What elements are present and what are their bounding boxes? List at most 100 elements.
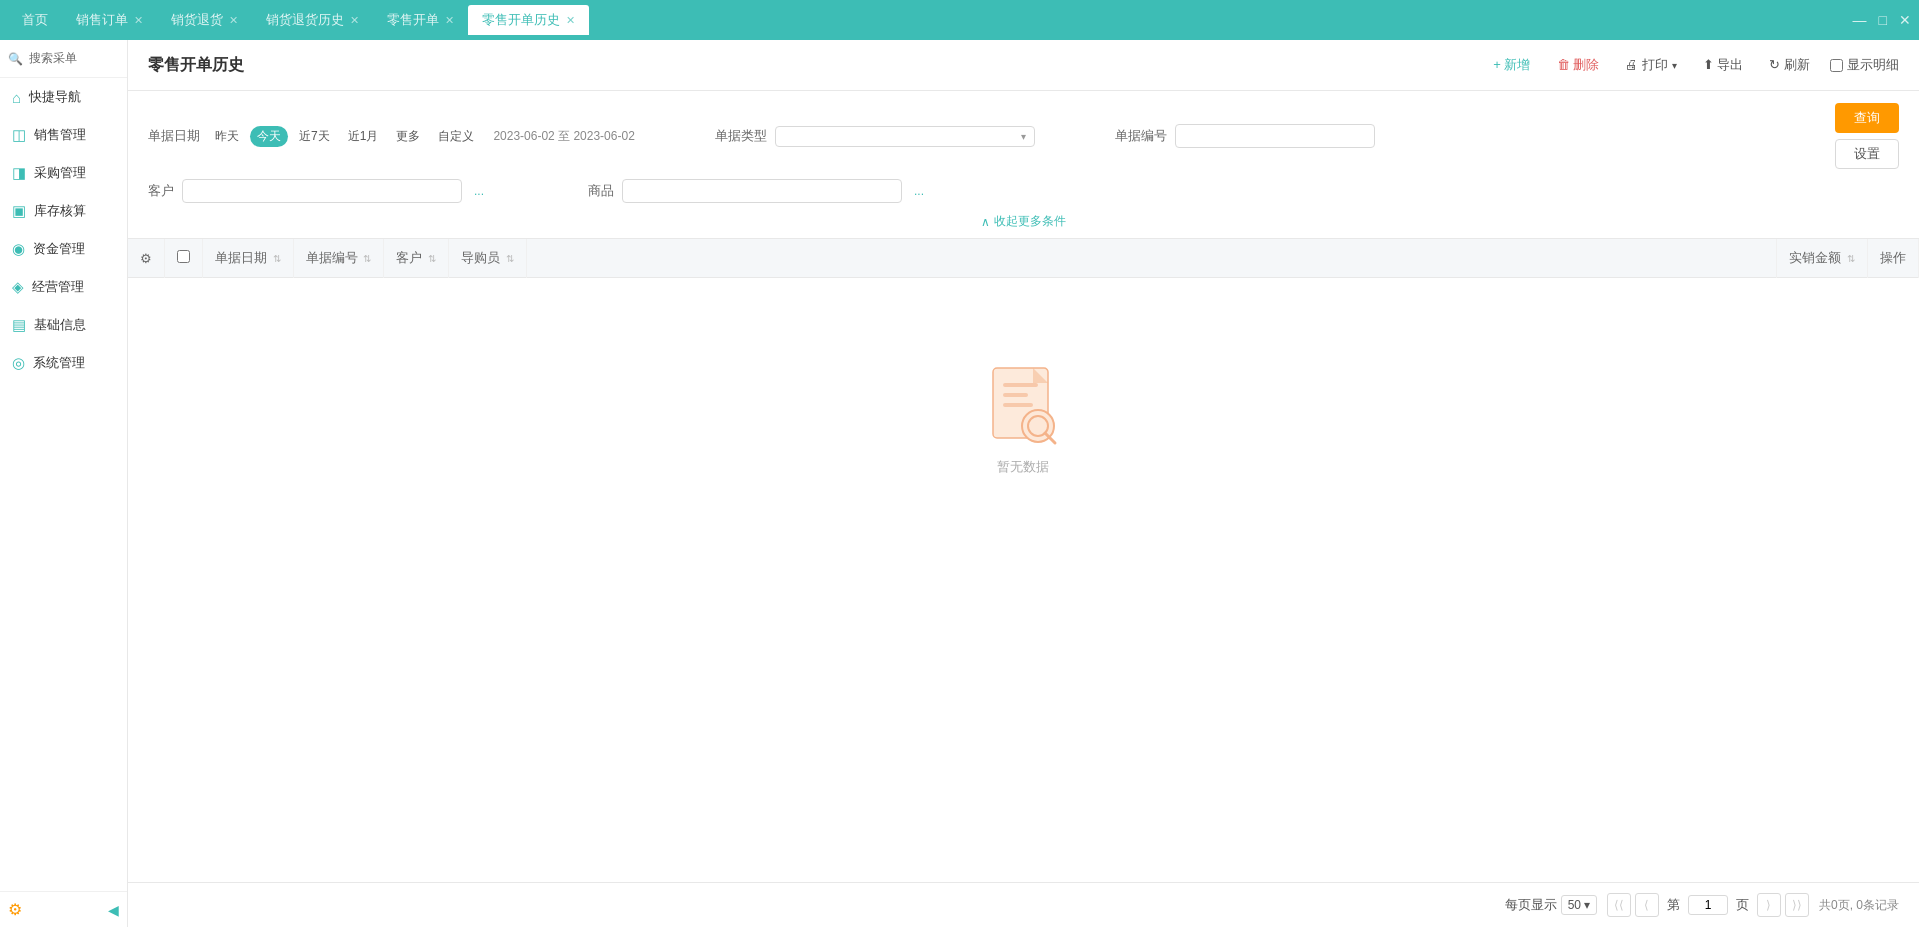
inventory-icon: ▣: [12, 202, 26, 220]
sidebar-item-basic-info[interactable]: ▤ 基础信息: [0, 306, 127, 344]
tab-home[interactable]: 首页: [8, 5, 62, 35]
customer-ellipsis-btn[interactable]: ...: [470, 182, 488, 200]
date-btn-today[interactable]: 今天: [250, 126, 288, 147]
page-input[interactable]: [1688, 895, 1728, 915]
settings-button[interactable]: 设置: [1835, 139, 1899, 169]
date-btn-last1month[interactable]: 近1月: [341, 126, 386, 147]
th-amount[interactable]: 实销金额 ⇅: [1777, 239, 1868, 278]
sort-salesperson-icon: ⇅: [506, 253, 514, 264]
th-settings[interactable]: ⚙: [128, 239, 165, 278]
top-tabbar: 首页 销售订单 ✕ 销货退货 ✕ 销货退货历史 ✕ 零售开单 ✕ 零售开单历史 …: [0, 0, 1919, 40]
empty-text: 暂无数据: [997, 458, 1049, 476]
page-size-select: 每页显示 50 ▾: [1505, 895, 1597, 915]
th-salesperson[interactable]: 导购员 ⇅: [448, 239, 526, 278]
svg-rect-4: [1003, 403, 1033, 407]
sidebar-item-quick-nav[interactable]: ⌂ 快捷导航: [0, 78, 127, 116]
page-header: 零售开单历史 + 新增 🗑 删除 🖨 打印 ⬆ 导出 ↻ 刷新: [128, 40, 1919, 91]
th-date[interactable]: 单据日期 ⇅: [203, 239, 294, 278]
date-btn-yesterday[interactable]: 昨天: [208, 126, 246, 147]
tab-sales-order[interactable]: 销售订单 ✕: [62, 5, 157, 35]
action-buttons: 查询 设置: [1835, 103, 1899, 169]
pagination-bar: 每页显示 50 ▾ ⟨⟨ ⟨ 第 页 ⟩ ⟩⟩ 共0页, 0条记录: [128, 882, 1919, 927]
collapse-row: ∧ 收起更多条件: [148, 213, 1899, 230]
page-size-box[interactable]: 50 ▾: [1561, 895, 1597, 915]
delete-button[interactable]: 🗑 删除: [1551, 52, 1606, 78]
product-field: 商品 ...: [588, 179, 928, 203]
collapse-sidebar-icon[interactable]: ◀: [108, 902, 119, 918]
print-button[interactable]: 🖨 打印: [1619, 52, 1683, 78]
empty-state-illustration: [973, 358, 1073, 458]
page-label-after: 页: [1736, 896, 1749, 914]
customer-field: 客户 ...: [148, 179, 488, 203]
date-btn-more[interactable]: 更多: [389, 126, 427, 147]
th-action: 操作: [1868, 239, 1919, 278]
last-page-btn[interactable]: ⟩⟩: [1785, 893, 1809, 917]
total-info: 共0页, 0条记录: [1819, 897, 1899, 914]
close-tab-sales-order[interactable]: ✕: [134, 14, 143, 27]
page-title: 零售开单历史: [148, 55, 244, 76]
close-tab-retail-open[interactable]: ✕: [445, 14, 454, 27]
page-nav: ⟨⟨ ⟨ 第 页 ⟩ ⟩⟩: [1607, 893, 1809, 917]
order-type-arrow: ▾: [1021, 131, 1026, 142]
table-area: ⚙ 单据日期 ⇅ 单据编号 ⇅: [128, 239, 1919, 882]
tab-retail-open-history[interactable]: 零售开单历史 ✕: [468, 5, 589, 35]
basic-info-icon: ▤: [12, 316, 26, 334]
next-page-btn[interactable]: ⟩: [1757, 893, 1781, 917]
toolbar: + 新增 🗑 删除 🖨 打印 ⬆ 导出 ↻ 刷新 显示明细: [1487, 52, 1899, 78]
order-no-field: 单据编号: [1115, 124, 1375, 148]
order-type-select[interactable]: ▾: [775, 126, 1035, 147]
first-page-btn[interactable]: ⟨⟨: [1607, 893, 1631, 917]
settings-icon[interactable]: ⚙: [8, 900, 22, 919]
export-button[interactable]: ⬆ 导出: [1697, 52, 1750, 78]
sidebar-item-operations[interactable]: ◈ 经营管理: [0, 268, 127, 306]
tab-retail-open[interactable]: 零售开单 ✕: [373, 5, 468, 35]
sidebar-item-sales[interactable]: ◫ 销售管理: [0, 116, 127, 154]
tab-sales-return-history[interactable]: 销货退货历史 ✕: [252, 5, 373, 35]
order-type-field: 单据类型 ▾: [715, 126, 1035, 147]
search-row-1: 单据日期 昨天 今天 近7天 近1月 更多 自定义 2023-06-02 至 2…: [148, 103, 1899, 169]
purchase-icon: ◨: [12, 164, 26, 182]
query-button[interactable]: 查询: [1835, 103, 1899, 133]
select-all-checkbox[interactable]: [177, 250, 190, 263]
th-order-no[interactable]: 单据编号 ⇅: [293, 239, 384, 278]
date-field: 单据日期 昨天 今天 近7天 近1月 更多 自定义 2023-06-02 至 2…: [148, 126, 635, 147]
search-icon: 🔍: [8, 52, 23, 66]
settings-col-icon[interactable]: ⚙: [140, 251, 152, 266]
customer-input[interactable]: [182, 179, 462, 203]
date-btn-custom[interactable]: 自定义: [431, 126, 481, 147]
prev-page-btn[interactable]: ⟨: [1635, 893, 1659, 917]
window-controls: — □ ✕: [1853, 12, 1911, 28]
sort-customer-icon: ⇅: [428, 253, 436, 264]
sidebar-item-inventory[interactable]: ▣ 库存核算: [0, 192, 127, 230]
order-no-input[interactable]: [1175, 124, 1375, 148]
sidebar-item-finance[interactable]: ◉ 资金管理: [0, 230, 127, 268]
finance-icon: ◉: [12, 240, 25, 258]
sidebar-item-purchase[interactable]: ◨ 采购管理: [0, 154, 127, 192]
th-checkbox[interactable]: [165, 239, 203, 278]
main-layout: 🔍 搜索采单 ⌂ 快捷导航 ◫ 销售管理 ◨ 采购管理 ▣ 库存核算 ◉ 资金管…: [0, 40, 1919, 927]
collapse-button[interactable]: ∧ 收起更多条件: [981, 213, 1066, 230]
tab-sales-return[interactable]: 销货退货 ✕: [157, 5, 252, 35]
close-tab-retail-open-history[interactable]: ✕: [566, 14, 575, 27]
th-customer[interactable]: 客户 ⇅: [384, 239, 449, 278]
product-input[interactable]: [622, 179, 902, 203]
svg-rect-2: [1003, 383, 1038, 387]
minimize-btn[interactable]: —: [1853, 12, 1867, 28]
add-button[interactable]: + 新增: [1487, 52, 1536, 78]
display-detail-checkbox[interactable]: 显示明细: [1830, 56, 1899, 74]
page-size-arrow: ▾: [1584, 898, 1590, 912]
maximize-btn[interactable]: □: [1879, 12, 1887, 28]
sort-date-icon: ⇅: [273, 253, 281, 264]
sidebar-search[interactable]: 🔍 搜索采单: [0, 40, 127, 78]
refresh-button[interactable]: ↻ 刷新: [1763, 52, 1816, 78]
sidebar-item-system[interactable]: ◎ 系统管理: [0, 344, 127, 382]
date-btn-last7days[interactable]: 近7天: [292, 126, 337, 147]
close-btn[interactable]: ✕: [1899, 12, 1911, 28]
close-tab-sales-return-history[interactable]: ✕: [350, 14, 359, 27]
sort-order-no-icon: ⇅: [363, 253, 371, 264]
collapse-arrow-icon: ∧: [981, 215, 990, 229]
product-ellipsis-btn[interactable]: ...: [910, 182, 928, 200]
close-tab-sales-return[interactable]: ✕: [229, 14, 238, 27]
th-spacer: [526, 239, 1777, 278]
display-detail-input[interactable]: [1830, 59, 1843, 72]
